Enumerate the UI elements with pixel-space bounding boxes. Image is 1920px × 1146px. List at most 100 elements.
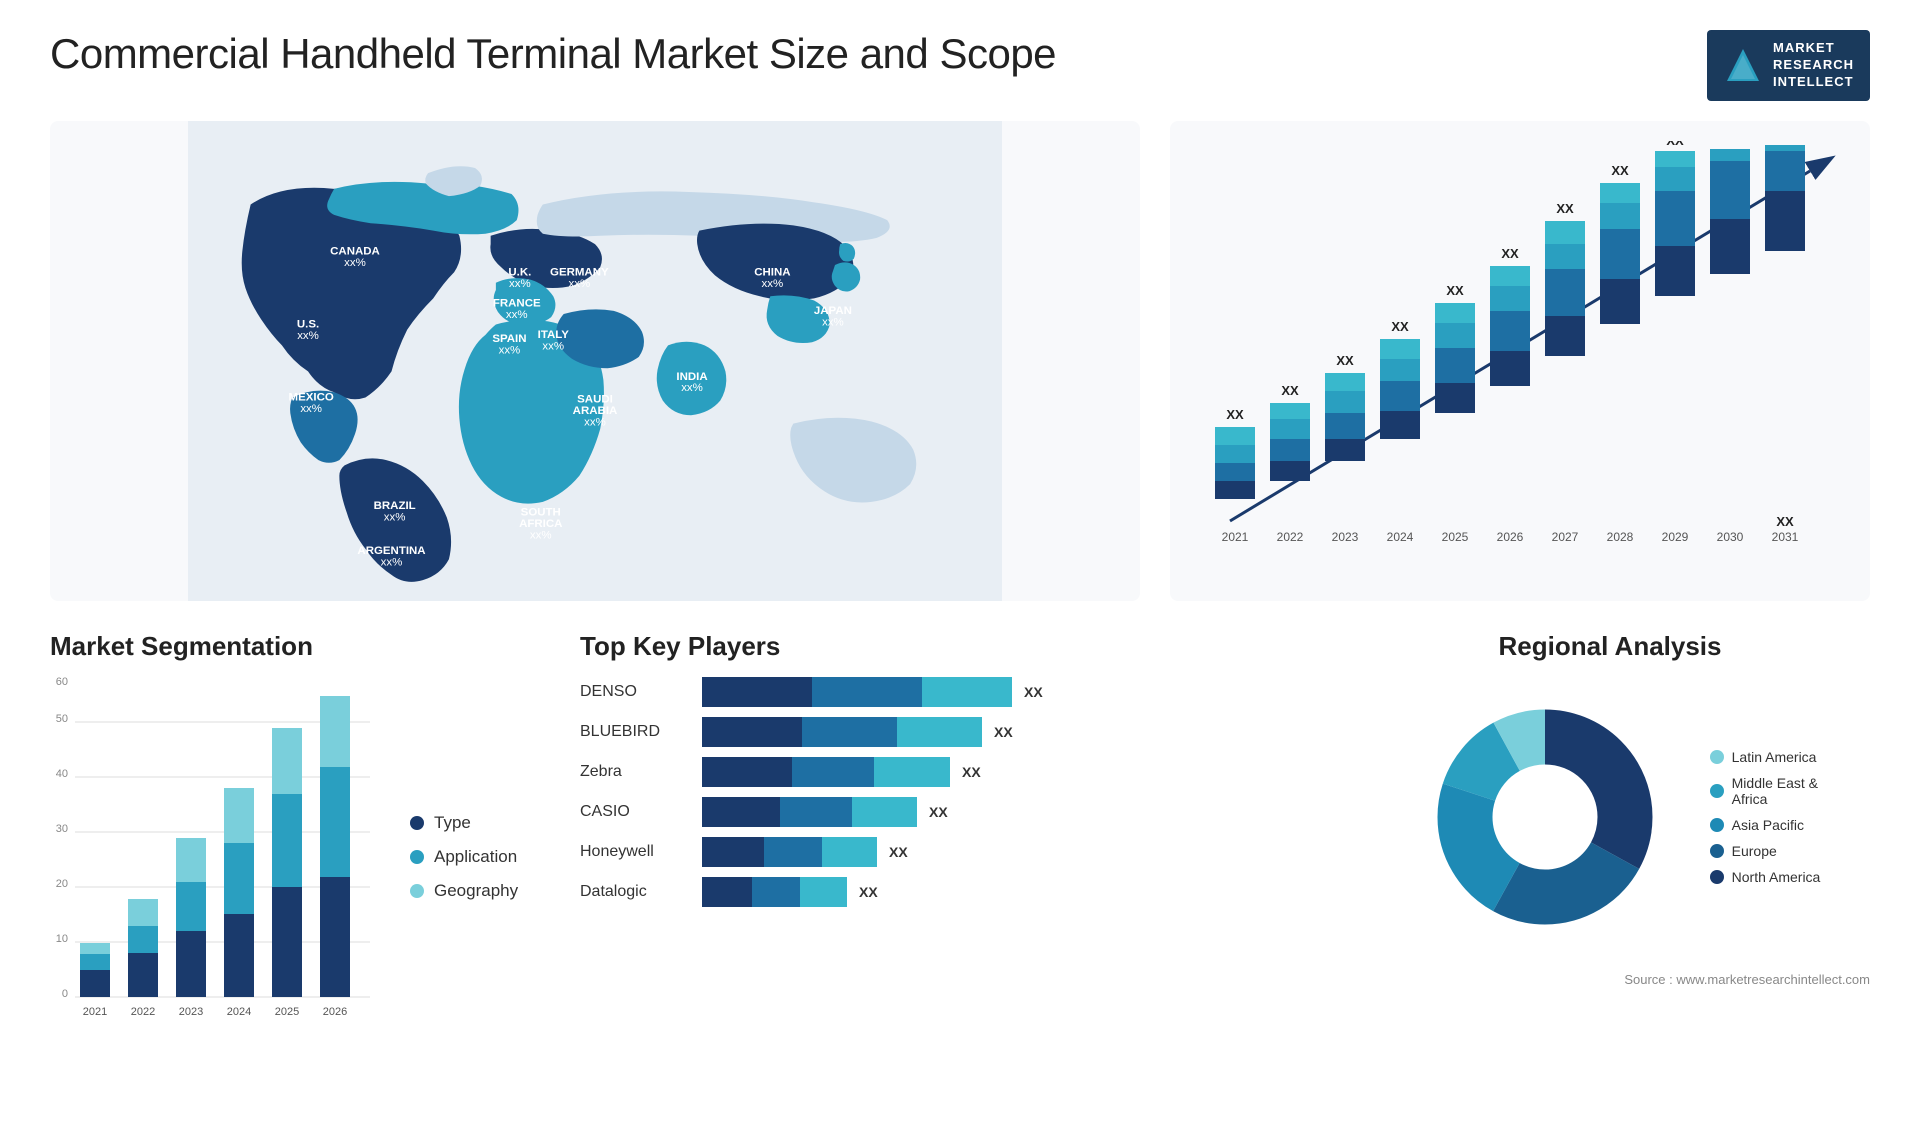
player-xx-datalogic: XX (859, 884, 878, 900)
map-sublabel-uk: xx% (509, 278, 531, 290)
player-xx-casio: XX (929, 804, 948, 820)
map-container: CANADA xx% U.S. xx% MEXICO xx% BRAZIL xx… (50, 121, 1140, 601)
map-sublabel-germany: xx% (569, 278, 591, 290)
page-title: Commercial Handheld Terminal Market Size… (50, 30, 1056, 78)
player-bar-wrap-bluebird: XX (702, 717, 1320, 747)
svg-text:XX: XX (1556, 201, 1574, 216)
map-label-uk: U.K. (508, 266, 531, 278)
header: Commercial Handheld Terminal Market Size… (50, 30, 1870, 101)
seg-legend: Type Application Geography (410, 813, 518, 901)
player-xx-bluebird: XX (994, 724, 1013, 740)
regional-content: Latin America Middle East &Africa Asia P… (1350, 667, 1870, 962)
regional-legend-na: North America (1710, 869, 1821, 885)
regional-legend-apac: Asia Pacific (1710, 817, 1821, 833)
player-row-bluebird: BLUEBIRD XX (580, 717, 1320, 747)
regional-label-mea: Middle East &Africa (1732, 775, 1818, 807)
svg-text:XX: XX (1721, 141, 1739, 144)
svg-text:60: 60 (56, 677, 68, 688)
map-label-us: U.S. (297, 318, 319, 330)
segmentation-chart: 0 10 20 30 40 50 60 (50, 677, 390, 1037)
regional-title: Regional Analysis (1350, 631, 1870, 662)
logo-icon (1723, 45, 1763, 85)
svg-text:2030: 2030 (1717, 530, 1744, 544)
svg-text:2025: 2025 (275, 1006, 299, 1018)
player-bar-wrap-zebra: XX (702, 757, 1320, 787)
svg-text:XX: XX (1226, 407, 1244, 422)
map-sublabel-japan: xx% (822, 316, 844, 328)
map-sublabel-southafrica: xx% (530, 529, 552, 541)
players-list: DENSO XX BLUEBIRD (580, 677, 1320, 907)
map-sublabel-argentina: xx% (381, 556, 403, 568)
map-label-japan: JAPAN (814, 305, 852, 317)
map-label-brazil: BRAZIL (374, 500, 416, 512)
svg-text:2027: 2027 (1552, 530, 1579, 544)
player-bar-casio (702, 797, 917, 827)
svg-text:XX: XX (1776, 514, 1794, 529)
regional-container: Regional Analysis (1350, 631, 1870, 1071)
svg-text:10: 10 (56, 933, 68, 945)
map-sublabel-us: xx% (297, 330, 319, 342)
player-bar-bluebird (702, 717, 982, 747)
player-xx-honeywell: XX (889, 844, 908, 860)
svg-text:2021: 2021 (1222, 530, 1249, 544)
regional-legend: Latin America Middle East &Africa Asia P… (1710, 749, 1821, 885)
player-name-bluebird: BLUEBIRD (580, 723, 690, 741)
map-label-france: FRANCE (493, 297, 541, 309)
bar-chart-container: XX 2021 XX 2022 XX 2023 (1170, 121, 1870, 601)
player-name-datalogic: Datalogic (580, 883, 690, 901)
key-players-title: Top Key Players (580, 631, 1320, 662)
key-players-container: Top Key Players DENSO XX BLUEBIRD (580, 631, 1320, 1071)
player-name-honeywell: Honeywell (580, 843, 690, 861)
regional-legend-europe: Europe (1710, 843, 1821, 859)
regional-label-latin: Latin America (1732, 749, 1817, 765)
player-row-casio: CASIO XX (580, 797, 1320, 827)
top-row: CANADA xx% U.S. xx% MEXICO xx% BRAZIL xx… (50, 121, 1870, 601)
regional-dot-europe (1710, 844, 1724, 858)
map-label-india: INDIA (676, 370, 707, 382)
seg-dot-type (410, 816, 424, 830)
player-row-datalogic: Datalogic XX (580, 877, 1320, 907)
regional-label-apac: Asia Pacific (1732, 817, 1804, 833)
svg-text:2025: 2025 (1442, 530, 1469, 544)
svg-text:2022: 2022 (131, 1006, 155, 1018)
map-sublabel-spain: xx% (499, 344, 521, 356)
player-xx-zebra: XX (962, 764, 981, 780)
map-label-china: CHINA (754, 266, 790, 278)
map-label-southafrica2: AFRICA (519, 518, 562, 530)
player-name-denso: DENSO (580, 683, 690, 701)
map-sublabel-france: xx% (506, 309, 528, 321)
regional-legend-mea: Middle East &Africa (1710, 775, 1821, 807)
map-label-saudi2: ARABIA (573, 405, 618, 417)
svg-text:2028: 2028 (1607, 530, 1634, 544)
player-xx-denso: XX (1024, 684, 1043, 700)
bottom-row: Market Segmentation 0 10 20 30 40 50 60 (50, 631, 1870, 1071)
svg-text:2031: 2031 (1772, 530, 1799, 544)
svg-text:XX: XX (1501, 246, 1519, 261)
map-label-spain: SPAIN (492, 333, 526, 345)
svg-text:XX: XX (1446, 283, 1464, 298)
map-sublabel-canada: xx% (344, 257, 366, 269)
svg-text:XX: XX (1281, 383, 1299, 398)
svg-text:XX: XX (1666, 141, 1684, 148)
svg-text:2021: 2021 (83, 1006, 107, 1018)
map-sublabel-italy: xx% (542, 340, 564, 352)
map-sublabel-india: xx% (681, 382, 703, 394)
seg-dot-app (410, 850, 424, 864)
seg-legend-geo: Geography (410, 881, 518, 901)
svg-text:XX: XX (1336, 353, 1354, 368)
map-sublabel-brazil: xx% (384, 511, 406, 523)
svg-text:0: 0 (62, 988, 68, 1000)
player-name-casio: CASIO (580, 803, 690, 821)
seg-dot-geo (410, 884, 424, 898)
player-name-zebra: Zebra (580, 763, 690, 781)
map-sublabel-mexico: xx% (300, 403, 322, 415)
svg-text:2023: 2023 (1332, 530, 1359, 544)
seg-chart-wrapper: 0 10 20 30 40 50 60 (50, 677, 550, 1037)
seg-legend-app: Application (410, 847, 518, 867)
regional-dot-apac (1710, 818, 1724, 832)
player-bar-denso (702, 677, 1012, 707)
map-label-germany: GERMANY (550, 266, 609, 278)
svg-text:XX: XX (1611, 163, 1629, 178)
player-row-denso: DENSO XX (580, 677, 1320, 707)
regional-label-na: North America (1732, 869, 1821, 885)
